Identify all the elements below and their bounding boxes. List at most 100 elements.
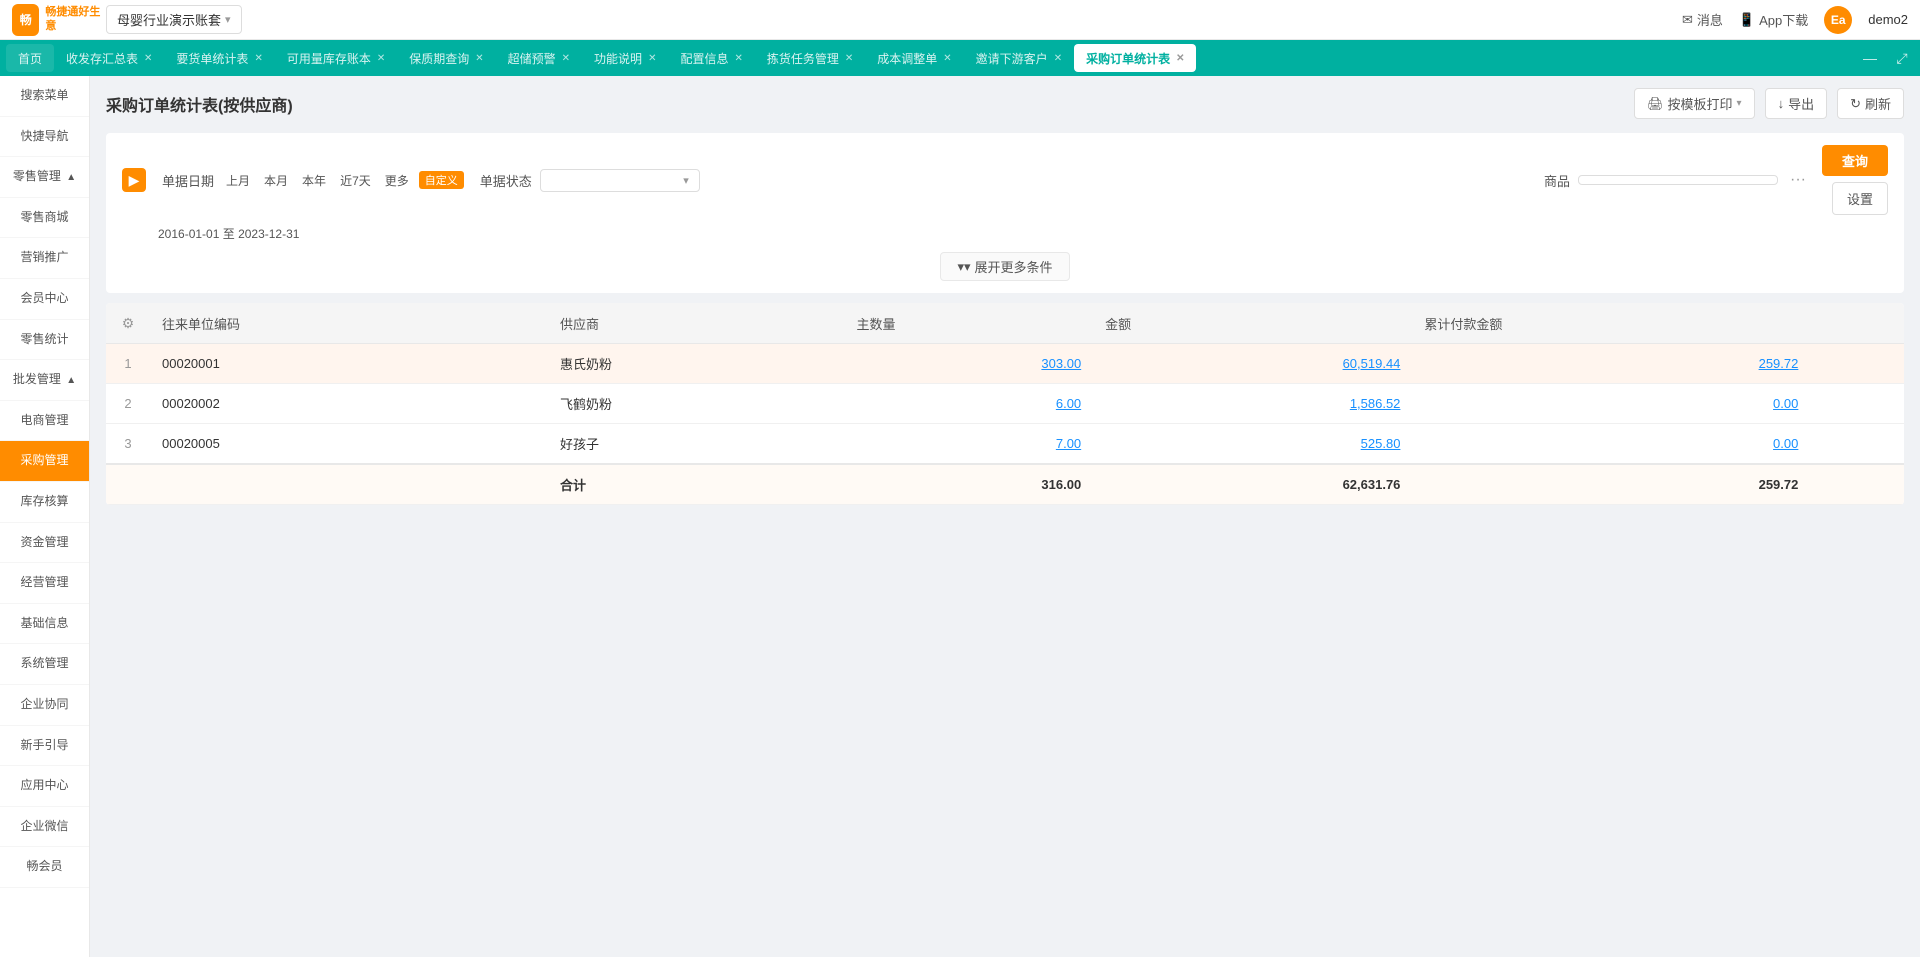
sidebar-item-retail-mgmt[interactable]: 零售管理 ▲ bbox=[0, 157, 89, 198]
col-header-quantity: 主数量 bbox=[844, 303, 1093, 344]
avatar[interactable]: Ea bbox=[1824, 6, 1852, 34]
col-header-paid: 累计付款金额 bbox=[1412, 303, 1810, 344]
sidebar-wechat-label: 企业微信 bbox=[20, 819, 68, 833]
export-label: 导出 bbox=[1788, 94, 1814, 113]
sidebar-item-appcenter[interactable]: 应用中心 bbox=[0, 766, 89, 807]
workspace-selector[interactable]: 母婴行业演示账套 ▾ bbox=[106, 5, 242, 34]
row-paid: 259.72 bbox=[1412, 344, 1810, 384]
sidebar-item-marketing[interactable]: 营销推广 bbox=[0, 238, 89, 279]
close-icon[interactable]: ✕ bbox=[475, 53, 483, 64]
shortcut-this-year[interactable]: 本年 bbox=[298, 170, 330, 191]
shortcut-last-month[interactable]: 上月 bbox=[222, 170, 254, 191]
date-range-row: 2016-01-01 至 2023-12-31 bbox=[122, 221, 1888, 242]
settings-button[interactable]: 设置 bbox=[1832, 182, 1888, 215]
tab-keyongliang[interactable]: 可用量库存账本 ✕ bbox=[275, 44, 397, 72]
sidebar-item-retail-shop[interactable]: 零售商城 bbox=[0, 198, 89, 239]
table-row: 2 00020002 飞鹤奶粉 6.00 1,586.52 0.00 bbox=[106, 384, 1904, 424]
tab-home[interactable]: 首页 bbox=[6, 44, 54, 72]
print-button[interactable]: 🖨 按模板打印 ▾ bbox=[1634, 88, 1755, 119]
status-select[interactable]: ▾ bbox=[540, 169, 700, 192]
sidebar-item-member[interactable]: 会员中心 bbox=[0, 279, 89, 320]
tab-yaoqing[interactable]: 邀请下游客户 ✕ bbox=[964, 44, 1074, 72]
sidebar-inventory-label: 库存核算 bbox=[20, 494, 68, 508]
sidebar-item-retail-stat[interactable]: 零售统计 bbox=[0, 320, 89, 361]
sidebar-item-newguide[interactable]: 新手引导 bbox=[0, 726, 89, 767]
close-icon[interactable]: ✕ bbox=[144, 53, 152, 64]
custom-date-tag[interactable]: 自定义 bbox=[419, 171, 464, 189]
column-settings-icon[interactable]: ⚙ bbox=[118, 313, 138, 333]
sidebar-item-wholesale[interactable]: 批发管理 ▲ bbox=[0, 360, 89, 401]
amount-link[interactable]: 1,586.52 bbox=[1350, 396, 1401, 411]
quantity-link[interactable]: 303.00 bbox=[1041, 356, 1081, 371]
sidebar-item-basic-info[interactable]: 基础信息 bbox=[0, 604, 89, 645]
close-icon[interactable]: ✕ bbox=[845, 53, 853, 64]
minimize-button[interactable]: — bbox=[1858, 46, 1882, 70]
footer-extra bbox=[1810, 464, 1904, 505]
row-quantity: 303.00 bbox=[844, 344, 1093, 384]
query-button[interactable]: 查询 bbox=[1822, 145, 1888, 176]
sidebar-item-system[interactable]: 系统管理 bbox=[0, 644, 89, 685]
tab-yaohuo[interactable]: 要货单统计表 ✕ bbox=[164, 44, 274, 72]
row-amount: 1,586.52 bbox=[1093, 384, 1412, 424]
tab-chaochuyujing[interactable]: 超储预警 ✕ bbox=[496, 44, 582, 72]
sidebar-item-changhui[interactable]: 畅会员 bbox=[0, 847, 89, 888]
row-extra bbox=[1810, 384, 1904, 424]
quantity-link[interactable]: 6.00 bbox=[1056, 396, 1081, 411]
close-icon[interactable]: ✕ bbox=[1176, 53, 1184, 64]
amount-link[interactable]: 60,519.44 bbox=[1343, 356, 1401, 371]
goods-filter-label: 商品 bbox=[1544, 171, 1570, 190]
close-icon[interactable]: ✕ bbox=[562, 53, 570, 64]
top-bar: 畅 畅捷通好生意 母婴行业演示账套 ▾ ✉ 消息 📱 App下载 Ea demo… bbox=[0, 0, 1920, 40]
tab-peizhi[interactable]: 配置信息 ✕ bbox=[668, 44, 754, 72]
tab-caigou-active[interactable]: 采购订单统计表 ✕ bbox=[1074, 44, 1196, 72]
message-button[interactable]: ✉ 消息 bbox=[1682, 10, 1723, 29]
paid-link[interactable]: 0.00 bbox=[1773, 436, 1798, 451]
sidebar-item-purchase[interactable]: 采购管理 bbox=[0, 441, 89, 482]
maximize-button[interactable]: ⤢ bbox=[1890, 46, 1914, 70]
sidebar-item-finance[interactable]: 资金管理 bbox=[0, 523, 89, 564]
export-button[interactable]: ↓ 导出 bbox=[1765, 88, 1828, 119]
close-icon[interactable]: ✕ bbox=[1054, 53, 1062, 64]
tab-jianhuo[interactable]: 拣货任务管理 ✕ bbox=[755, 44, 865, 72]
sidebar-item-enterprise[interactable]: 企业协同 bbox=[0, 685, 89, 726]
footer-empty bbox=[106, 464, 150, 505]
quantity-link[interactable]: 7.00 bbox=[1056, 436, 1081, 451]
goods-input[interactable] bbox=[1578, 175, 1778, 185]
sidebar-item-operations[interactable]: 经营管理 bbox=[0, 563, 89, 604]
filter-area: ▶ 单据日期 上月 本月 本年 近7天 更多 自定义 单据状态 bbox=[106, 133, 1904, 293]
row-code: 00020001 bbox=[150, 344, 548, 384]
close-icon[interactable]: ✕ bbox=[734, 53, 742, 64]
tab-baozhi[interactable]: 保质期查询 ✕ bbox=[397, 44, 495, 72]
app-download-button[interactable]: 📱 App下载 bbox=[1739, 10, 1808, 29]
phone-icon: 📱 bbox=[1739, 12, 1755, 28]
sidebar-item-quicknav[interactable]: 快捷导航 bbox=[0, 117, 89, 158]
sidebar-item-wechat[interactable]: 企业微信 bbox=[0, 807, 89, 848]
shortcut-7days[interactable]: 近7天 bbox=[336, 170, 375, 191]
close-icon[interactable]: ✕ bbox=[254, 53, 262, 64]
sidebar-changhui-label: 畅会员 bbox=[26, 859, 62, 873]
close-icon[interactable]: ✕ bbox=[377, 53, 385, 64]
row-index: 2 bbox=[106, 384, 150, 424]
tab-gongneng[interactable]: 功能说明 ✕ bbox=[582, 44, 668, 72]
sidebar-item-inventory[interactable]: 库存核算 bbox=[0, 482, 89, 523]
expand-more-button[interactable]: ▾▾ 展开更多条件 bbox=[940, 252, 1069, 281]
shortcut-this-month[interactable]: 本月 bbox=[260, 170, 292, 191]
sidebar-item-ecommerce[interactable]: 电商管理 bbox=[0, 401, 89, 442]
close-icon[interactable]: ✕ bbox=[943, 53, 951, 64]
tab-chengben[interactable]: 成本调整单 ✕ bbox=[865, 44, 963, 72]
nav-window-controls: — ⤢ bbox=[1858, 46, 1914, 70]
row-amount: 525.80 bbox=[1093, 424, 1412, 465]
tab-shoufacun[interactable]: 收发存汇总表 ✕ bbox=[54, 44, 164, 72]
refresh-button[interactable]: ↻ 刷新 bbox=[1837, 88, 1904, 119]
close-icon[interactable]: ✕ bbox=[648, 53, 656, 64]
amount-link[interactable]: 525.80 bbox=[1361, 436, 1401, 451]
paid-link[interactable]: 259.72 bbox=[1759, 356, 1799, 371]
paid-link[interactable]: 0.00 bbox=[1773, 396, 1798, 411]
filter-toggle-button[interactable]: ▶ bbox=[122, 168, 146, 192]
sidebar-item-search[interactable]: 搜索菜单 bbox=[0, 76, 89, 117]
sidebar-operations-label: 经营管理 bbox=[20, 575, 68, 589]
col-settings-icon[interactable]: ⚙ bbox=[106, 303, 150, 344]
shortcut-more[interactable]: 更多 bbox=[381, 170, 413, 191]
date-to: 2023-12-31 bbox=[238, 227, 299, 241]
goods-more-icon[interactable]: ··· bbox=[1790, 171, 1806, 189]
